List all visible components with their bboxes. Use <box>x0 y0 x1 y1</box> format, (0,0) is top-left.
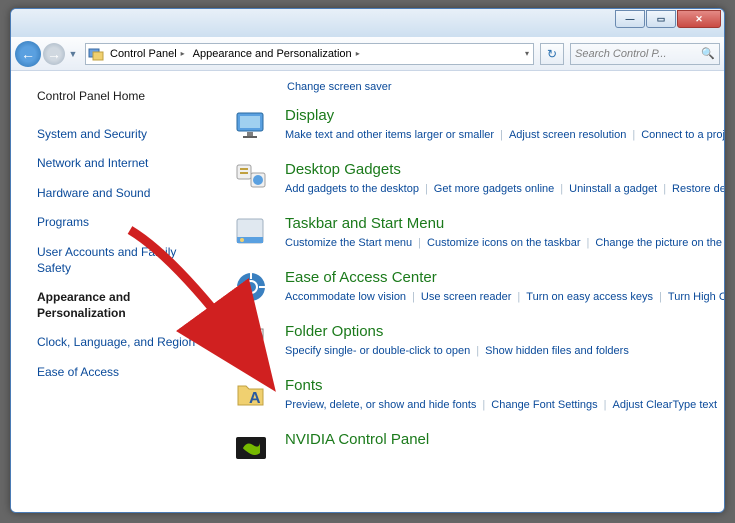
fonts-icon[interactable]: A <box>227 377 275 417</box>
task-link-3-0[interactable]: Accommodate low vision <box>285 291 406 303</box>
task-link-1-1[interactable]: Get more gadgets online <box>434 183 554 195</box>
task-link-1-3[interactable]: Restore desktop gadgets installed with W… <box>672 183 724 195</box>
task-link-0-1[interactable]: Adjust screen resolution <box>509 129 626 141</box>
back-button[interactable]: ← <box>15 41 41 67</box>
task-link-2-0[interactable]: Customize the Start menu <box>285 237 412 249</box>
folder-icon[interactable] <box>227 323 275 363</box>
ease-icon[interactable] <box>227 269 275 309</box>
task-link-3-3[interactable]: Turn High Contrast on or off <box>668 291 724 303</box>
search-icon: 🔍 <box>701 47 715 60</box>
category-title-0[interactable]: Display <box>285 107 724 124</box>
category-tasks-1: Add gadgets to the desktop|Get more gadg… <box>285 180 724 199</box>
task-link-0-0[interactable]: Make text and other items larger or smal… <box>285 129 494 141</box>
titlebar: — ▭ ✕ <box>11 9 724 37</box>
control-panel-window: — ▭ ✕ ← → ▼ Control Panel▸ Appearance an… <box>10 8 725 513</box>
task-link-1-0[interactable]: Add gadgets to the desktop <box>285 183 419 195</box>
category-title-2[interactable]: Taskbar and Start Menu <box>285 215 724 232</box>
sidebar-item-0[interactable]: System and Security <box>37 127 207 143</box>
sidebar: Control Panel Home System and Security Net… <box>11 71 217 512</box>
category-display: Display Make text and other items larger … <box>217 103 724 157</box>
gadgets-icon[interactable] <box>227 161 275 201</box>
sidebar-item-6[interactable]: Clock, Language, and Region <box>37 335 207 351</box>
history-dropdown[interactable]: ▼ <box>67 49 79 59</box>
sidebar-item-7[interactable]: Ease of Access <box>37 365 207 381</box>
task-link-3-2[interactable]: Turn on easy access keys <box>526 291 653 303</box>
breadcrumb-current[interactable]: Appearance and Personalization▸ <box>189 48 364 60</box>
category-title-4[interactable]: Folder Options <box>285 323 720 340</box>
task-link-5-1[interactable]: Change Font Settings <box>491 399 597 411</box>
task-link-0-2[interactable]: Connect to a projector <box>641 129 724 141</box>
category-title-5[interactable]: Fonts <box>285 377 720 394</box>
taskbar-icon[interactable] <box>227 215 275 255</box>
top-task-link: Change screen saver <box>287 77 724 95</box>
nav-bar: ← → ▼ Control Panel▸ Appearance and Pers… <box>11 37 724 71</box>
category-title-1[interactable]: Desktop Gadgets <box>285 161 724 178</box>
category-tasks-2: Customize the Start menu|Customize icons… <box>285 234 724 253</box>
task-link-2-2[interactable]: Change the picture on the Start menu <box>595 237 724 249</box>
address-bar[interactable]: Control Panel▸ Appearance and Personaliz… <box>85 43 534 65</box>
sidebar-item-1[interactable]: Network and Internet <box>37 156 207 172</box>
sidebar-item-4[interactable]: User Accounts and Family Safety <box>37 245 207 276</box>
svg-text:A: A <box>249 390 261 407</box>
category-fonts: A Fonts Preview, delete, or show and hide … <box>217 373 724 427</box>
refresh-button[interactable]: ↻ <box>540 43 564 65</box>
control-panel-icon <box>86 46 106 62</box>
address-dropdown[interactable]: ▾ <box>521 49 533 58</box>
body: Control Panel Home System and Security Net… <box>11 71 724 512</box>
category-tasks-4: Specify single- or double-click to open|… <box>285 342 720 361</box>
sidebar-item-3[interactable]: Programs <box>37 215 207 231</box>
breadcrumb-root[interactable]: Control Panel▸ <box>106 48 189 60</box>
category-ease: Ease of Access Center Accommodate low vis… <box>217 265 724 319</box>
task-link-1-2[interactable]: Uninstall a gadget <box>569 183 657 195</box>
category-title-6[interactable]: NVIDIA Control Panel <box>285 431 720 448</box>
category-gadgets: Desktop Gadgets Add gadgets to the deskto… <box>217 157 724 211</box>
category-tasks-0: Make text and other items larger or smal… <box>285 126 724 145</box>
category-tasks-3: Accommodate low vision|Use screen reader… <box>285 288 724 307</box>
sidebar-home[interactable]: Control Panel Home <box>37 89 207 105</box>
close-button[interactable]: ✕ <box>677 10 721 28</box>
minimize-button[interactable]: — <box>615 10 645 28</box>
forward-button[interactable]: → <box>43 43 65 65</box>
task-link-5-2[interactable]: Adjust ClearType text <box>613 399 718 411</box>
task-link-3-1[interactable]: Use screen reader <box>421 291 512 303</box>
task-link-4-1[interactable]: Show hidden files and folders <box>485 345 629 357</box>
task-link-5-0[interactable]: Preview, delete, or show and hide fonts <box>285 399 476 411</box>
task-link-4-0[interactable]: Specify single- or double-click to open <box>285 345 470 357</box>
category-nvidia: NVIDIA Control Panel <box>217 427 724 481</box>
maximize-button[interactable]: ▭ <box>646 10 676 28</box>
sidebar-item-2[interactable]: Hardware and Sound <box>37 186 207 202</box>
category-folder: Folder Options Specify single- or double-… <box>217 319 724 373</box>
task-link-2-1[interactable]: Customize icons on the taskbar <box>427 237 580 249</box>
category-title-3[interactable]: Ease of Access Center <box>285 269 724 286</box>
category-taskbar: Taskbar and Start Menu Customize the Star… <box>217 211 724 265</box>
nvidia-icon[interactable] <box>227 431 275 471</box>
category-tasks-5: Preview, delete, or show and hide fonts|… <box>285 396 720 415</box>
sidebar-item-5[interactable]: Appearance and Personalization <box>37 290 207 321</box>
display-icon[interactable] <box>227 107 275 147</box>
main-content[interactable]: Change screen saver Display Make text and… <box>217 71 724 512</box>
search-input[interactable]: Search Control P... 🔍 <box>570 43 720 65</box>
change-screen-saver-link[interactable]: Change screen saver <box>287 81 392 93</box>
